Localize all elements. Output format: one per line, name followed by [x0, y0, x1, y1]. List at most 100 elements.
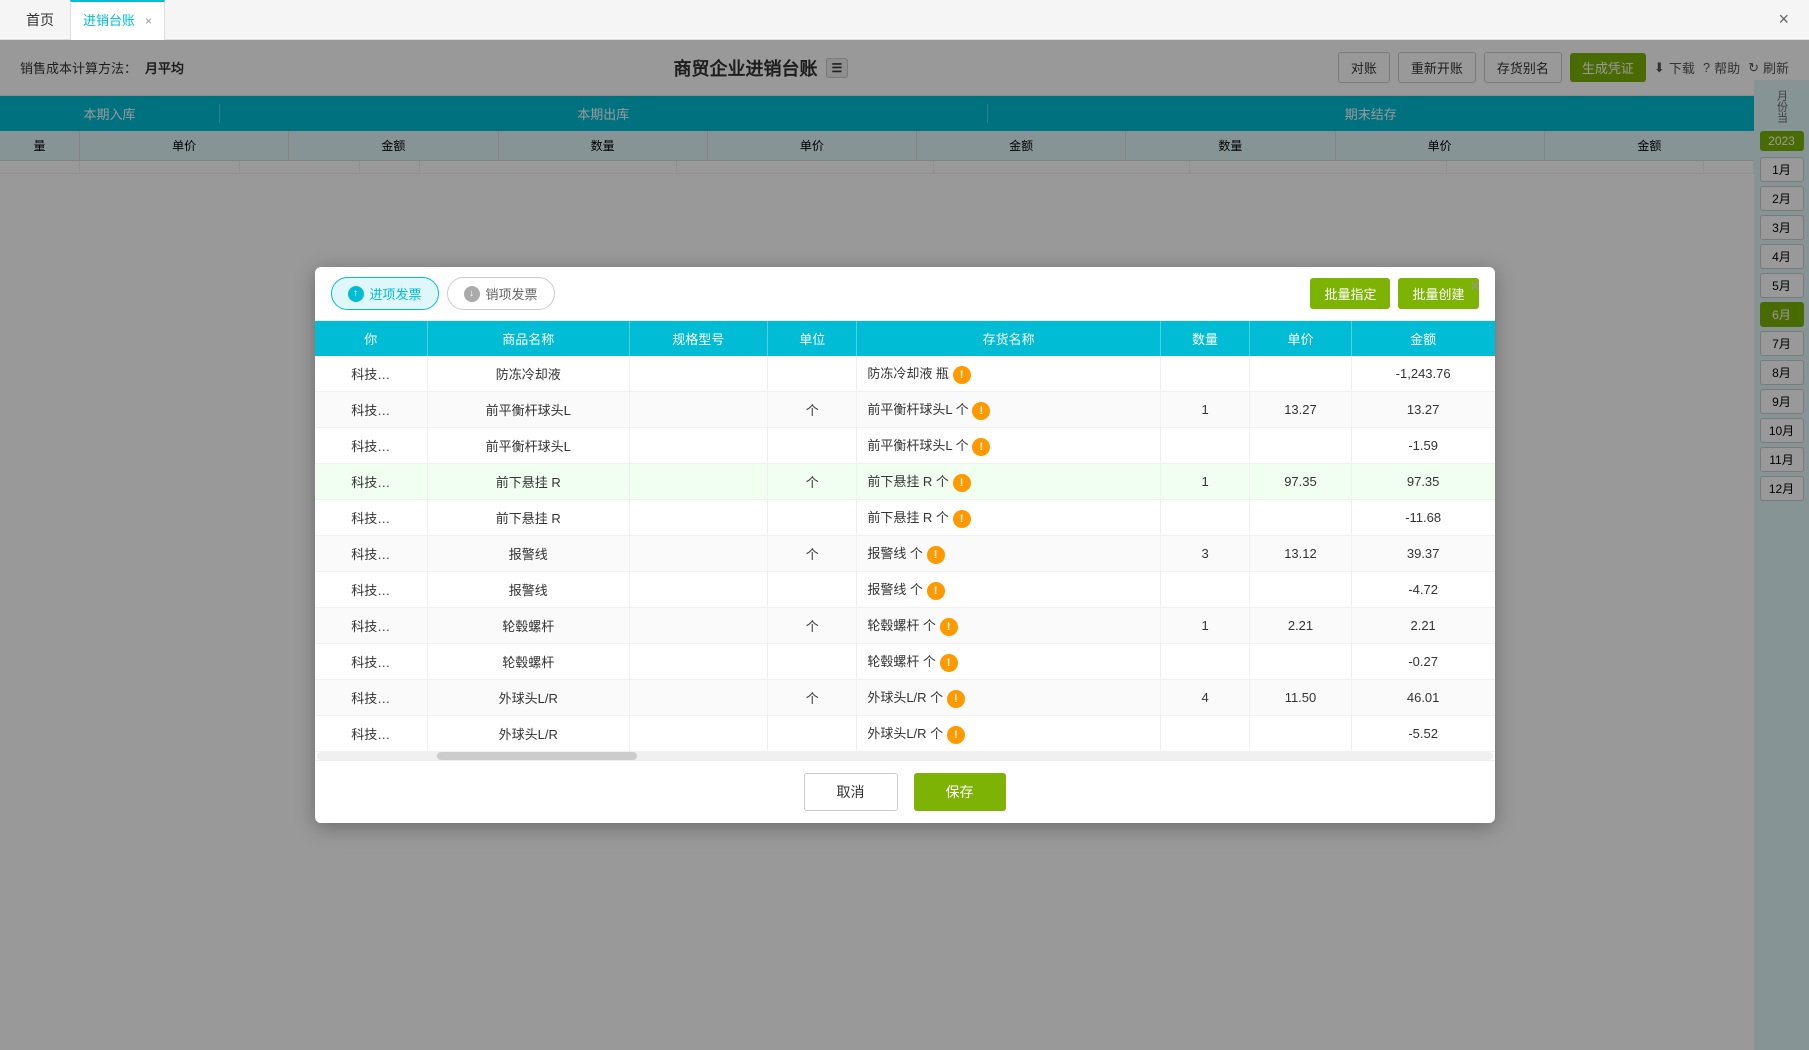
col-product: 商品名称: [427, 321, 629, 356]
cell-amount: -11.68: [1351, 500, 1494, 536]
cell-price: [1250, 500, 1352, 536]
cell-spec: [629, 536, 768, 572]
tab-close-icon[interactable]: ×: [145, 2, 152, 40]
outgoing-invoice-label: 销项发票: [486, 284, 538, 303]
cell-price: [1250, 428, 1352, 464]
table-row[interactable]: 科技…轮毂螺杆轮毂螺杆 个 !-0.27: [315, 644, 1495, 680]
cell-product: 外球头L/R: [427, 716, 629, 752]
col-inventory: 存货名称: [857, 321, 1161, 356]
cell-unit: [768, 500, 857, 536]
warning-icon[interactable]: !: [953, 474, 971, 492]
cell-amount: -1,243.76: [1351, 356, 1494, 392]
cell-quantity: [1160, 428, 1249, 464]
warning-icon[interactable]: !: [927, 546, 945, 564]
cell-amount: 46.01: [1351, 680, 1494, 716]
cell-product: 轮毂螺杆: [427, 608, 629, 644]
cell-inventory: 报警线 个 !: [857, 572, 1161, 608]
cell-company: 科技…: [315, 536, 428, 572]
cell-product: 报警线: [427, 572, 629, 608]
modal-horizontal-scrollbar[interactable]: [317, 752, 1493, 760]
cell-price: 97.35: [1250, 464, 1352, 500]
window-close-button[interactable]: ×: [1768, 9, 1799, 30]
warning-icon[interactable]: !: [927, 582, 945, 600]
cell-spec: [629, 464, 768, 500]
cell-company: 科技…: [315, 464, 428, 500]
cell-inventory: 外球头L/R 个 !: [857, 716, 1161, 752]
table-row[interactable]: 科技…轮毂螺杆个轮毂螺杆 个 !12.212.21: [315, 608, 1495, 644]
tab-ledger[interactable]: 进销台账 ×: [70, 0, 165, 40]
cell-company: 科技…: [315, 644, 428, 680]
cell-price: 11.50: [1250, 680, 1352, 716]
cell-inventory: 外球头L/R 个 !: [857, 680, 1161, 716]
cell-inventory: 报警线 个 !: [857, 536, 1161, 572]
cell-product: 前平衡杆球头L: [427, 428, 629, 464]
warning-icon[interactable]: !: [972, 438, 990, 456]
table-row[interactable]: 科技…前下悬挂 R前下悬挂 R 个 !-11.68: [315, 500, 1495, 536]
table-row[interactable]: 科技…前平衡杆球头L 前平衡杆球头L 个 ! -1.59: [315, 428, 1495, 464]
modal-overlay: ↑ 进项发票 ↓ 销项发票 批量指定 批量创建 × 你: [0, 40, 1809, 1050]
batch-create-button[interactable]: 批量创建: [1398, 278, 1478, 309]
modal-header-buttons: 批量指定 批量创建: [1310, 278, 1478, 309]
col-price: 单价: [1250, 321, 1352, 356]
cell-quantity: [1160, 356, 1249, 392]
cell-quantity: 1: [1160, 392, 1249, 428]
cell-company: 科技…: [315, 428, 428, 464]
cell-amount: -0.27: [1351, 644, 1494, 680]
table-row[interactable]: 科技…防冻冷却液防冻冷却液 瓶 !-1,243.76: [315, 356, 1495, 392]
table-row[interactable]: 科技…前平衡杆球头L个前平衡杆球头L 个 !113.2713.27: [315, 392, 1495, 428]
cell-inventory: 前平衡杆球头L 个 !: [857, 428, 1161, 464]
scrollbar-thumb[interactable]: [437, 752, 637, 760]
warning-icon[interactable]: !: [953, 366, 971, 384]
table-row[interactable]: 科技…外球头L/R外球头L/R 个 !-5.52: [315, 716, 1495, 752]
cell-quantity: 1: [1160, 608, 1249, 644]
cell-unit: 个: [768, 680, 857, 716]
cell-quantity: [1160, 500, 1249, 536]
modal-close-button[interactable]: ×: [1470, 277, 1481, 295]
tab-outgoing-invoice[interactable]: ↓ 销项发票: [447, 277, 555, 310]
cell-spec: [629, 644, 768, 680]
cell-spec: [629, 356, 768, 392]
warning-icon[interactable]: !: [972, 402, 990, 420]
cell-quantity: 4: [1160, 680, 1249, 716]
cell-company: 科技…: [315, 572, 428, 608]
table-row[interactable]: 科技…报警线个报警线 个 !313.1239.37: [315, 536, 1495, 572]
warning-icon[interactable]: !: [947, 690, 965, 708]
table-row[interactable]: 科技…前下悬挂 R个前下悬挂 R 个 !197.3597.35: [315, 464, 1495, 500]
cell-price: [1250, 644, 1352, 680]
cell-price: 13.12: [1250, 536, 1352, 572]
invoice-table: 你 商品名称 规格型号 单位 存货名称 数量 单价 金额 科技…防冻冷却液防冻冷…: [315, 321, 1495, 752]
save-button[interactable]: 保存: [914, 773, 1006, 811]
warning-icon[interactable]: !: [940, 618, 958, 636]
col-spec: 规格型号: [629, 321, 768, 356]
warning-icon[interactable]: !: [940, 654, 958, 672]
cell-spec: [629, 716, 768, 752]
cell-product: 防冻冷却液: [427, 356, 629, 392]
tab-ledger-label: 进销台账: [83, 2, 135, 40]
incoming-invoice-icon: ↑: [348, 286, 364, 302]
cell-spec: [629, 572, 768, 608]
batch-assign-button[interactable]: 批量指定: [1310, 278, 1390, 309]
cell-company: 科技…: [315, 392, 428, 428]
tab-incoming-invoice[interactable]: ↑ 进项发票: [331, 277, 439, 310]
table-row[interactable]: 科技…外球头L/R个外球头L/R 个 !411.5046.01: [315, 680, 1495, 716]
cell-quantity: [1160, 572, 1249, 608]
incoming-invoice-label: 进项发票: [370, 284, 422, 303]
cell-quantity: 3: [1160, 536, 1249, 572]
cell-spec: [629, 608, 768, 644]
cell-unit: [768, 572, 857, 608]
warning-icon[interactable]: !: [953, 510, 971, 528]
cell-amount: -1.59: [1351, 428, 1494, 464]
col-unit: 单位: [768, 321, 857, 356]
cell-unit: 个: [768, 536, 857, 572]
cell-inventory: 轮毂螺杆 个 !: [857, 608, 1161, 644]
modal-footer: 取消 保存: [315, 760, 1495, 823]
table-row[interactable]: 科技…报警线报警线 个 !-4.72: [315, 572, 1495, 608]
cell-unit: [768, 428, 857, 464]
cell-spec: [629, 392, 768, 428]
tab-home[interactable]: 首页: [10, 0, 70, 40]
warning-icon[interactable]: !: [947, 726, 965, 744]
cancel-button[interactable]: 取消: [804, 773, 898, 811]
cell-inventory: 前下悬挂 R 个 !: [857, 500, 1161, 536]
cell-amount: -5.52: [1351, 716, 1494, 752]
modal-table-wrapper[interactable]: 你 商品名称 规格型号 单位 存货名称 数量 单价 金额 科技…防冻冷却液防冻冷…: [315, 321, 1495, 752]
